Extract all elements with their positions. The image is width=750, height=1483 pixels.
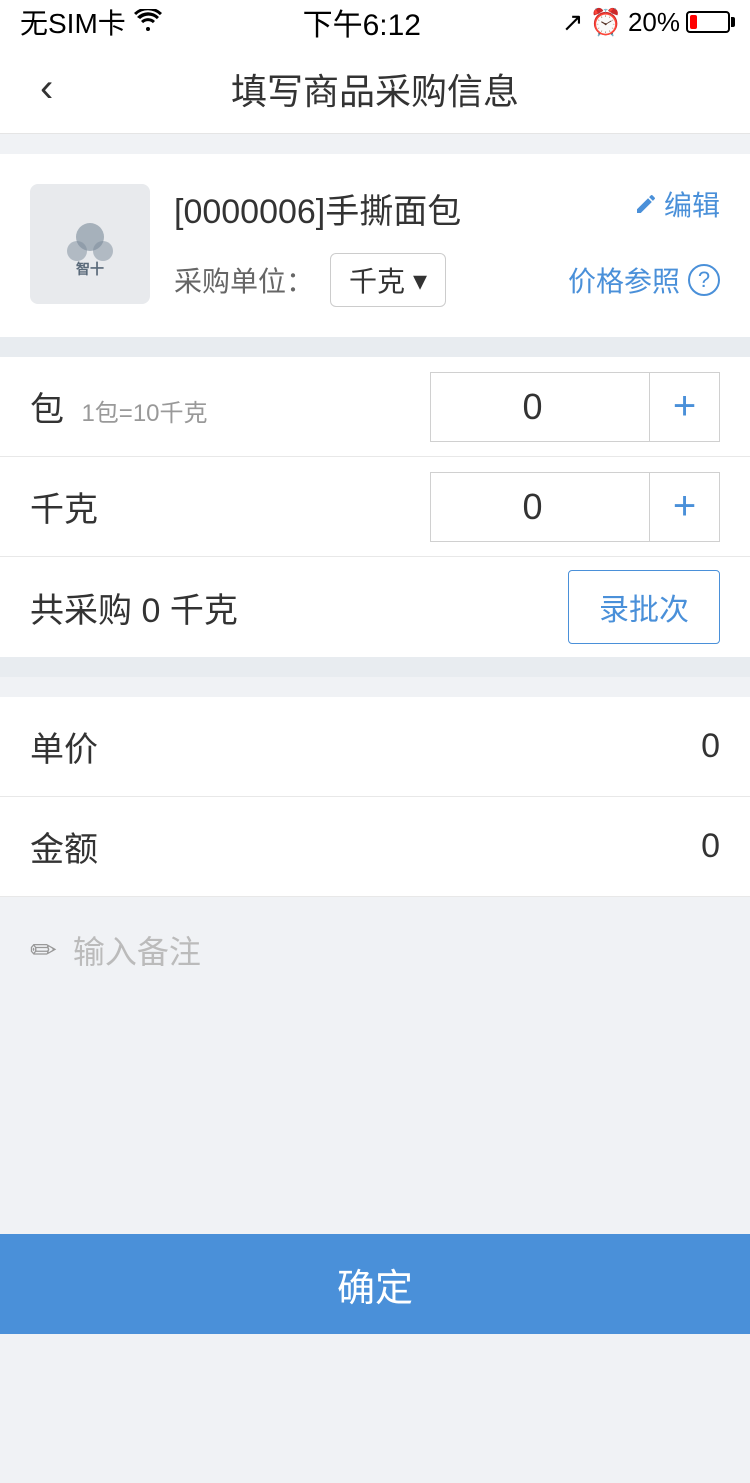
dropdown-arrow-icon: ▾ [413,264,427,297]
kg-plus-button[interactable]: + [650,472,720,542]
kg-input-row: 千克 + [0,457,750,557]
help-icon: ? [688,264,720,296]
purchase-unit-row: 采购单位： 千克 ▾ 价格参照 ? [174,253,720,307]
edit-label: 编辑 [664,184,720,224]
bag-plus-button[interactable]: + [650,372,720,442]
purchase-unit-label: 采购单位： [174,260,314,300]
record-batch-button[interactable]: 录批次 [568,570,720,644]
bag-label: 包 1包=10千克 [30,382,430,431]
unit-price-value: 0 [701,727,720,766]
kg-input-section: 千克 + [0,457,750,557]
nav-bar: ‹ 填写商品采购信息 [0,44,750,134]
product-name: [0000006]手撕面包 [174,184,461,233]
remark-placeholder: 输入备注 [73,927,201,973]
amount-value: 0 [701,827,720,866]
pencil-icon: ✏ [30,931,57,969]
remark-area[interactable]: ✏ 输入备注 [0,897,750,1003]
unit-price-label: 单价 [30,722,98,771]
kg-quantity-input[interactable] [430,472,650,542]
battery-percentage: 20% [628,7,680,38]
section-divider-2 [0,657,750,677]
kg-input-control: + [430,472,720,542]
status-time: 下午6:12 [303,0,421,44]
product-card: 智十 [0000006]手撕面包 编辑 采购单位： 千克 ▾ [0,154,750,337]
bag-sublabel: 1包=10千克 [81,400,207,427]
status-left: 无SIM卡 [20,2,162,42]
page-title: 填写商品采购信息 [231,63,519,115]
bag-quantity-input[interactable] [430,372,650,442]
price-ref-label: 价格参照 [568,260,680,300]
price-ref-button[interactable]: 价格参照 ? [568,260,720,300]
edit-button[interactable]: 编辑 [634,184,720,224]
alarm-icon: ⏰ [590,7,622,38]
wifi-icon [134,6,162,38]
battery-icon [686,11,730,33]
summary-text: 共采购 0 千克 [30,583,238,632]
back-button[interactable]: ‹ [30,66,63,111]
product-info: [0000006]手撕面包 编辑 采购单位： 千克 ▾ 价格参照 ? [174,184,720,307]
product-image: 智十 [30,184,150,304]
amount-row: 金额 0 [0,797,750,897]
unit-price-row: 单价 0 [0,697,750,797]
amount-label: 金额 [30,822,98,871]
product-name-row: [0000006]手撕面包 编辑 [174,184,720,233]
bag-input-control: + [430,372,720,442]
bag-input-section: 包 1包=10千克 + [0,357,750,457]
svg-text:智十: 智十 [75,261,104,277]
location-icon: ↗ [562,7,584,38]
summary-row: 共采购 0 千克 录批次 [0,557,750,657]
bag-input-row: 包 1包=10千克 + [0,357,750,457]
section-divider-1 [0,337,750,357]
confirm-bar[interactable]: 确定 [0,1234,750,1334]
unit-selector[interactable]: 千克 ▾ [330,253,446,307]
pricing-section: 单价 0 金额 0 [0,697,750,897]
kg-label: 千克 [30,482,430,531]
confirm-button[interactable]: 确定 [337,1257,413,1312]
no-sim-label: 无SIM卡 [20,2,126,42]
status-right: ↗ ⏰ 20% [562,7,730,38]
unit-value: 千克 [349,260,405,300]
status-bar: 无SIM卡 下午6:12 ↗ ⏰ 20% [0,0,750,44]
